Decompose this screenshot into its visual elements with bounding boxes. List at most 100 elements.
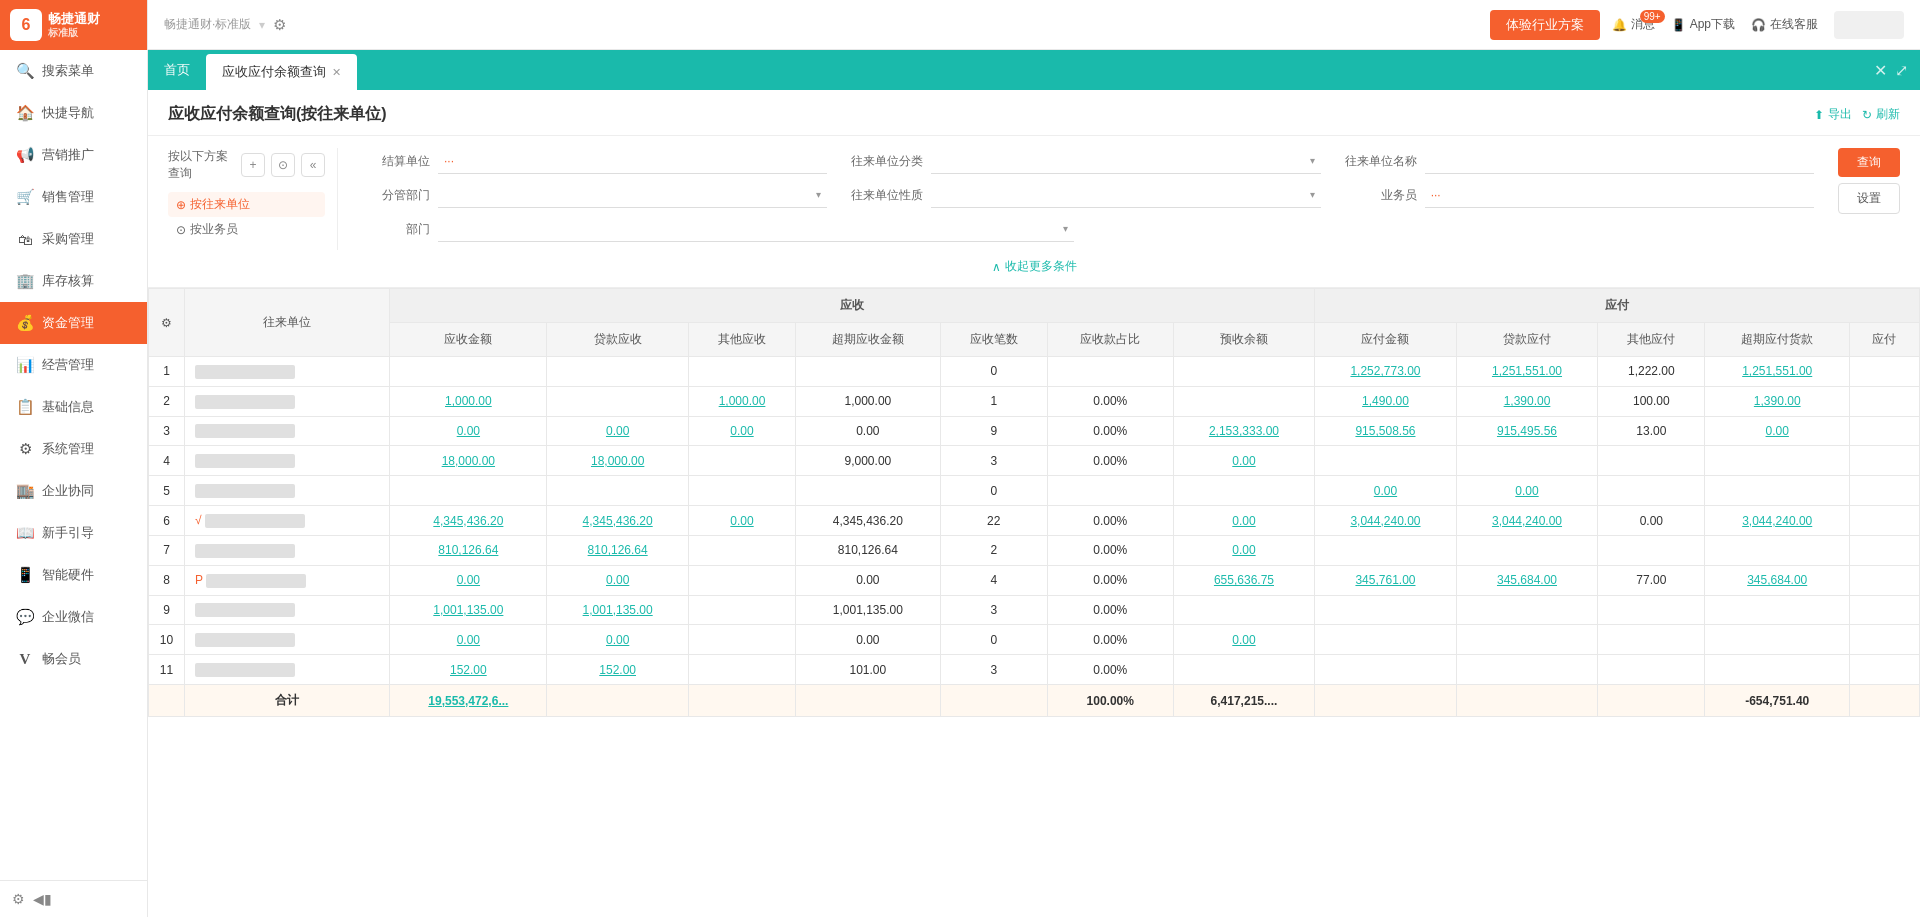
- row-ar-loan[interactable]: 0.00: [547, 625, 689, 655]
- sidebar-item-basic-info[interactable]: 📋 基础信息: [0, 386, 147, 428]
- row-ar-amount[interactable]: 18,000.00: [390, 446, 547, 476]
- salesperson-input[interactable]: ···: [1425, 182, 1814, 208]
- collapse-icon[interactable]: ◀▮: [33, 891, 52, 907]
- footer-ar-amount[interactable]: 19,553,472,6...: [390, 685, 547, 717]
- sidebar-item-guide[interactable]: 📖 新手引导: [0, 512, 147, 554]
- row-ar-loan[interactable]: 810,126.64: [547, 535, 689, 565]
- settlement-unit-input[interactable]: ···: [438, 148, 827, 174]
- messages-item[interactable]: 🔔 消息 99+: [1612, 16, 1655, 33]
- row-ap-amount[interactable]: 3,044,240.00: [1315, 506, 1457, 536]
- row-ap-loan[interactable]: 1,251,551.00: [1456, 357, 1598, 387]
- settlement-unit-label: 结算单位: [350, 153, 430, 170]
- filter-area: 按以下方案查询 + ⊙ « ⊕ 按往来单位 ⊙ 按业务员: [148, 136, 1920, 288]
- sidebar-item-search-menu[interactable]: 🔍 搜索菜单: [0, 50, 147, 92]
- row-ap-amount[interactable]: 1,252,773.00: [1315, 357, 1457, 387]
- row-ar-loan[interactable]: 0.00: [547, 416, 689, 446]
- row-prepay[interactable]: 2,153,333.00: [1173, 416, 1315, 446]
- row-ar-loan[interactable]: 4,345,436.20: [547, 506, 689, 536]
- row-ar-amount[interactable]: 1,000.00: [390, 386, 547, 416]
- row-prepay[interactable]: 0.00: [1173, 625, 1315, 655]
- user-avatar[interactable]: [1834, 11, 1904, 39]
- scheme-by-salesperson[interactable]: ⊙ 按业务员: [168, 217, 325, 242]
- th-settings[interactable]: ⚙: [149, 289, 185, 357]
- sales-icon: 🛒: [16, 188, 34, 206]
- row-ar-other[interactable]: 0.00: [688, 506, 795, 536]
- collapse-btn[interactable]: ∧ 收起更多条件: [992, 258, 1077, 275]
- sidebar-item-sales[interactable]: 🛒 销售管理: [0, 176, 147, 218]
- online-support-item[interactable]: 🎧 在线客服: [1751, 16, 1818, 33]
- row-ar-other[interactable]: 1,000.00: [688, 386, 795, 416]
- row-ar-amount[interactable]: 1,001,135.00: [390, 595, 547, 625]
- partner-category-input[interactable]: ▾: [931, 148, 1320, 174]
- row-ar-amount[interactable]: 4,345,436.20: [390, 506, 547, 536]
- sidebar-item-operations[interactable]: 📊 经营管理: [0, 344, 147, 386]
- row-ar-amount[interactable]: 810,126.64: [390, 535, 547, 565]
- dept-manager-input[interactable]: ▾: [438, 182, 827, 208]
- row-ap-loan[interactable]: 3,044,240.00: [1456, 506, 1598, 536]
- collapse-filter-btn[interactable]: «: [301, 153, 325, 177]
- app-download-item[interactable]: 📱 App下载: [1671, 16, 1735, 33]
- row-ar-amount[interactable]: 0.00: [390, 625, 547, 655]
- solution-btn[interactable]: 体验行业方案: [1490, 10, 1600, 40]
- sidebar-item-wechat[interactable]: 💬 企业微信: [0, 596, 147, 638]
- row-ar-loan[interactable]: 18,000.00: [547, 446, 689, 476]
- row-ap-loan[interactable]: 0.00: [1456, 476, 1598, 506]
- settings-bottom-icon[interactable]: ⚙: [12, 891, 25, 907]
- row-ap-other: 0.00: [1598, 506, 1705, 536]
- footer-ar-count: [940, 685, 1047, 717]
- topnav-gear-icon[interactable]: ⚙: [273, 16, 286, 34]
- row-ap-amount[interactable]: 915,508.56: [1315, 416, 1457, 446]
- sidebar-item-system[interactable]: ⚙ 系统管理: [0, 428, 147, 470]
- sidebar-item-marketing[interactable]: 📢 营销推广: [0, 134, 147, 176]
- data-table: ⚙ 往来单位 应收 应付 应收金额 贷款应收 其他应收 超期应收金额 应收笔数 …: [148, 288, 1920, 717]
- row-ar-count: 0: [940, 357, 1047, 387]
- tab-home[interactable]: 首页: [148, 50, 206, 90]
- row-ar-loan[interactable]: 0.00: [547, 565, 689, 595]
- sidebar-item-purchase[interactable]: 🛍 采购管理: [0, 218, 147, 260]
- row-ap-overdue[interactable]: 0.00: [1705, 416, 1850, 446]
- row-ap-loan[interactable]: 1,390.00: [1456, 386, 1598, 416]
- row-prepay[interactable]: 0.00: [1173, 446, 1315, 476]
- row-prepay[interactable]: 655,636.75: [1173, 565, 1315, 595]
- row-ap-overdue[interactable]: 345,684.00: [1705, 565, 1850, 595]
- row-ap-overdue[interactable]: 1,251,551.00: [1705, 357, 1850, 387]
- partner-name-input[interactable]: [1425, 148, 1814, 174]
- tab-maximize-icon[interactable]: ⤢: [1895, 61, 1908, 80]
- scheme-by-partner[interactable]: ⊕ 按往来单位: [168, 192, 325, 217]
- tab-close-window-icon[interactable]: ✕: [1874, 61, 1887, 80]
- add-filter-btn[interactable]: +: [241, 153, 265, 177]
- row-ap-loan[interactable]: 345,684.00: [1456, 565, 1598, 595]
- partner-nature-input[interactable]: ▾: [931, 182, 1320, 208]
- row-ar-amount[interactable]: 152.00: [390, 655, 547, 685]
- tab-ar-ap-query[interactable]: 应收应付余额查询 ✕: [206, 54, 357, 90]
- settings-btn[interactable]: 设置: [1838, 183, 1900, 214]
- sidebar-item-member[interactable]: V 畅会员: [0, 638, 147, 680]
- row-ar-count: 1: [940, 386, 1047, 416]
- sidebar-item-finance[interactable]: 💰 资金管理: [0, 302, 147, 344]
- row-ar-loan[interactable]: 1,001,135.00: [547, 595, 689, 625]
- row-ar-amount[interactable]: 0.00: [390, 565, 547, 595]
- row-prepay[interactable]: 0.00: [1173, 506, 1315, 536]
- export-btn[interactable]: ⬆ 导出: [1814, 106, 1852, 123]
- refresh-btn[interactable]: ↻ 刷新: [1862, 106, 1900, 123]
- row-ar-loan[interactable]: 152.00: [547, 655, 689, 685]
- row-ap-loan[interactable]: 915,495.56: [1456, 416, 1598, 446]
- sidebar-item-inventory[interactable]: 🏢 库存核算: [0, 260, 147, 302]
- row-ap-amount[interactable]: 0.00: [1315, 476, 1457, 506]
- row-ap-amount[interactable]: 1,490.00: [1315, 386, 1457, 416]
- row-prepay[interactable]: 0.00: [1173, 535, 1315, 565]
- department-input[interactable]: ▾: [438, 216, 1074, 242]
- sidebar-item-smart-hw[interactable]: 📱 智能硬件: [0, 554, 147, 596]
- row-ar-other[interactable]: 0.00: [688, 416, 795, 446]
- sidebar-item-corp[interactable]: 🏬 企业协同: [0, 470, 147, 512]
- row-ap-amount[interactable]: 345,761.00: [1315, 565, 1457, 595]
- tab-close-icon[interactable]: ✕: [332, 66, 341, 79]
- support-icon: 🎧: [1751, 18, 1766, 32]
- query-btn[interactable]: 查询: [1838, 148, 1900, 177]
- row-ap-overdue[interactable]: 3,044,240.00: [1705, 506, 1850, 536]
- row-ap-overdue[interactable]: 1,390.00: [1705, 386, 1850, 416]
- row-ar-amount[interactable]: 0.00: [390, 416, 547, 446]
- sidebar-item-quick-nav[interactable]: 🏠 快捷导航: [0, 92, 147, 134]
- settings-filter-btn[interactable]: ⊙: [271, 153, 295, 177]
- row-ap-other: [1598, 446, 1705, 476]
